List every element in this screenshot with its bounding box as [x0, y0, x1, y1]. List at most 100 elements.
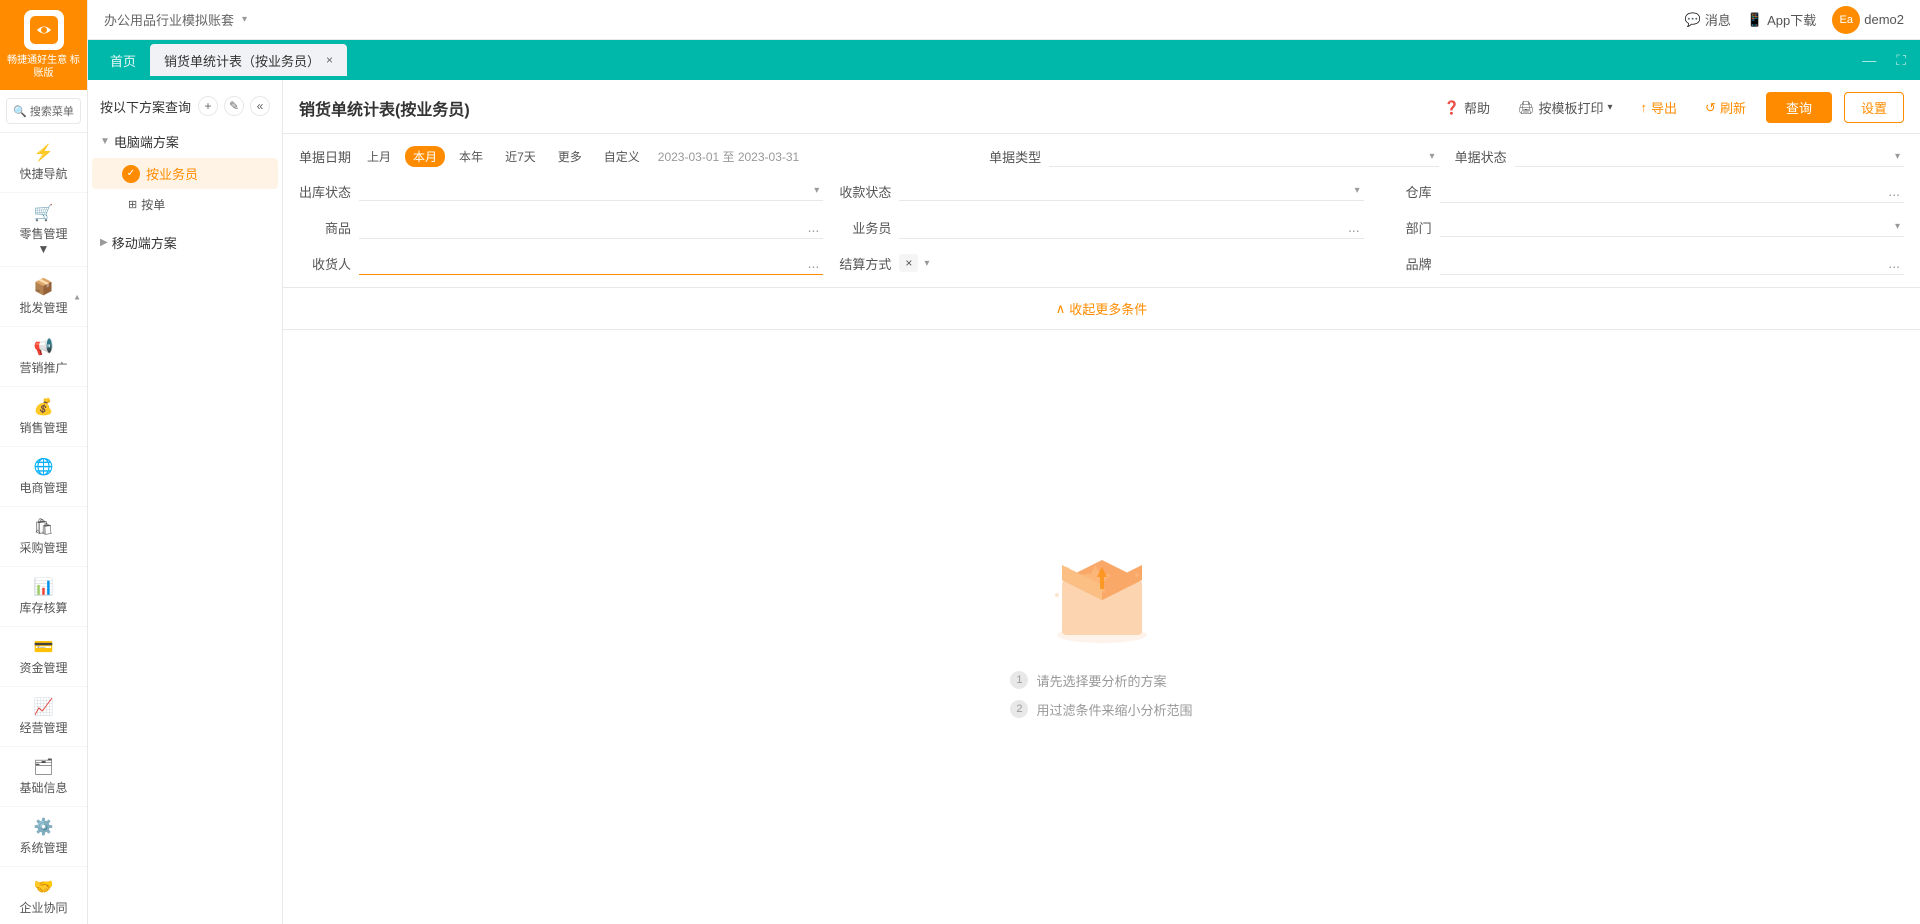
nav-dropdown-icon[interactable]: ▾ [242, 14, 247, 25]
sidebar-item-ops[interactable]: 📈 经营管理 [0, 687, 87, 747]
left-scheme-panel: 按以下方案查询 + ✎ « ▼ 电脑端方案 ✓ [88, 80, 283, 924]
salesperson-dots[interactable]: ... [1348, 219, 1360, 235]
scheme-edit-icon: ✎ [229, 99, 239, 113]
desktop-group-arrow: ▼ [100, 136, 110, 147]
date-tab-more[interactable]: 更多 [550, 146, 590, 167]
sidebar-item-enterprise[interactable]: 🤝 企业协同 [0, 867, 87, 924]
salesperson-input[interactable] [899, 215, 1363, 239]
date-tab-this-year[interactable]: 本年 [451, 146, 491, 167]
refresh-button[interactable]: ↺ 刷新 [1697, 94, 1754, 121]
payment-arrow[interactable]: ▾ [924, 258, 929, 269]
sidebar-item-ecom[interactable]: 🌐 电商管理 [0, 447, 87, 507]
app-download-icon: 📱 [1747, 12, 1763, 28]
dept-arrow: ▾ [1895, 221, 1900, 232]
brand-input[interactable] [1440, 251, 1904, 275]
sidebar-item-inventory[interactable]: 📊 库存核算 [0, 567, 87, 627]
scheme-collapse-icon: « [257, 99, 264, 113]
out-status-dropdown[interactable]: ▾ [359, 181, 823, 201]
doc-status-label: 单据状态 [1455, 147, 1507, 166]
goods-control: ... [359, 215, 823, 239]
receipt-status-dropdown[interactable]: ▾ [899, 181, 1363, 201]
win-minimize-button[interactable]: — [1856, 50, 1882, 71]
marketing-icon: 📢 [34, 337, 54, 357]
page-title-bar: 销货单统计表(按业务员) ❓ 帮助 🖨 按模板打印 ▾ ↑ 导出 [283, 80, 1920, 134]
purchase-icon: 🛍 [33, 517, 53, 537]
sidebar-item-basic[interactable]: 🗂 基础信息 [0, 747, 87, 807]
header-left: 办公用品行业模拟账套 ▾ [104, 10, 247, 29]
scheme-add-button[interactable]: + [198, 96, 218, 116]
tab-sales-statistics[interactable]: 销货单统计表（按业务员） × [150, 44, 347, 76]
user-menu[interactable]: Ea demo2 [1832, 6, 1904, 34]
scheme-active-icon: ✓ [122, 165, 140, 183]
payment-tag-x[interactable]: × [905, 256, 912, 270]
date-tab-7days[interactable]: 近7天 [497, 146, 544, 167]
export-button[interactable]: ↑ 导出 [1633, 94, 1686, 121]
scheme-item-salesperson[interactable]: ✓ 按业务员 [92, 158, 278, 189]
sidebar-item-purchase[interactable]: 🛍 采购管理 [0, 507, 87, 567]
help-button[interactable]: ❓ 帮助 [1436, 94, 1498, 121]
print-icon: 🖨 [1518, 100, 1535, 116]
main-area: 办公用品行业模拟账套 ▾ 💬 消息 📱 App下载 Ea demo2 首页 [88, 0, 1920, 924]
consignee-label: 收货人 [299, 254, 351, 273]
system-icon: ⚙️ [34, 817, 54, 837]
logo-icon [24, 10, 64, 50]
collapse-bar[interactable]: ∧ 收起更多条件 [283, 288, 1920, 330]
right-content: 销货单统计表(按业务员) ❓ 帮助 🖨 按模板打印 ▾ ↑ 导出 [283, 80, 1920, 924]
win-maximize-button[interactable]: ⛶ [1890, 50, 1912, 71]
sidebar-item-retail[interactable]: 🛒 零售管理 [0, 193, 87, 267]
sidebar-item-marketing[interactable]: 📢 营销推广 [0, 327, 87, 387]
scheme-edit-button[interactable]: ✎ [224, 96, 244, 116]
sidebar-item-finance[interactable]: 💳 资金管理 [0, 627, 87, 687]
collapse-button[interactable]: ∧ 收起更多条件 [1044, 296, 1160, 321]
settings-button[interactable]: 设置 [1844, 92, 1904, 123]
mobile-group-title[interactable]: ▶ 移动端方案 [88, 227, 282, 258]
message-button[interactable]: 💬 消息 [1685, 10, 1731, 29]
consignee-dots[interactable]: ... [808, 255, 820, 271]
print-button[interactable]: 🖨 按模板打印 ▾ [1510, 94, 1621, 121]
date-tab-custom[interactable]: 自定义 [596, 146, 648, 167]
dept-label: 部门 [1380, 218, 1432, 237]
filter-payment: 结算方式 × ▾ [839, 254, 1363, 273]
nav-title: 办公用品行业模拟账套 [104, 10, 234, 29]
logo-text: 畅捷通好生意 标账版 [5, 54, 82, 80]
window-controls: — ⛶ [1856, 50, 1920, 71]
warehouse-input[interactable] [1440, 179, 1904, 203]
filter-dept: 部门 ▾ [1380, 217, 1904, 237]
search-menu-button[interactable]: 🔍 搜索菜单 [6, 98, 81, 124]
payment-clear-tag: × [899, 254, 918, 272]
dept-dropdown[interactable]: ▾ [1440, 217, 1904, 237]
goods-dots[interactable]: ... [808, 219, 820, 235]
date-tab-prev-month[interactable]: 上月 [359, 146, 399, 167]
sidebar-item-system[interactable]: ⚙️ 系统管理 [0, 807, 87, 867]
goods-input[interactable] [359, 215, 823, 239]
date-range: 2023-03-01 至 2023-03-31 [658, 148, 799, 165]
brand-dots[interactable]: ... [1888, 255, 1900, 271]
consignee-input[interactable] [359, 251, 823, 275]
sidebar-item-quick-nav[interactable]: ⚡ 快捷导航 [0, 133, 87, 193]
filter-warehouse: 仓库 ... [1380, 179, 1904, 203]
desktop-group-title[interactable]: ▼ 电脑端方案 [88, 126, 282, 157]
retail-icon: 🛒 [34, 203, 54, 223]
receipt-status-arrow: ▾ [1355, 185, 1360, 196]
sidebar-item-sales[interactable]: 💰 销售管理 [0, 387, 87, 447]
doc-status-arrow: ▾ [1895, 151, 1900, 162]
tab-home[interactable]: 首页 [96, 44, 150, 76]
inventory-icon: 📊 [34, 577, 54, 597]
warehouse-dots[interactable]: ... [1888, 183, 1900, 199]
scheme-sub-item-order[interactable]: ⊞ 按单 [88, 190, 282, 219]
sidebar-search-area[interactable]: 🔍 搜索菜单 [0, 90, 87, 133]
scheme-collapse-button[interactable]: « [250, 96, 270, 116]
date-tab-this-month[interactable]: 本月 [405, 146, 445, 167]
filter-row-2: 出库状态 ▾ 收款状态 ▾ [299, 179, 1904, 203]
app-download-button[interactable]: 📱 App下载 [1747, 10, 1816, 29]
salesperson-control: ... [899, 215, 1363, 239]
sidebar-item-wholesale[interactable]: 📦 批发管理 [0, 267, 87, 327]
filter-doc-type: 单据类型 ▾ [989, 147, 1438, 167]
doc-type-dropdown[interactable]: ▾ [1049, 147, 1438, 167]
tab-close-button[interactable]: × [326, 53, 333, 67]
scheme-mobile-group: ▶ 移动端方案 [88, 223, 282, 262]
doc-status-dropdown[interactable]: ▾ [1515, 147, 1904, 167]
query-button[interactable]: 查询 [1766, 92, 1832, 123]
salesperson-label: 业务员 [839, 218, 891, 237]
doc-type-label: 单据类型 [989, 147, 1041, 166]
